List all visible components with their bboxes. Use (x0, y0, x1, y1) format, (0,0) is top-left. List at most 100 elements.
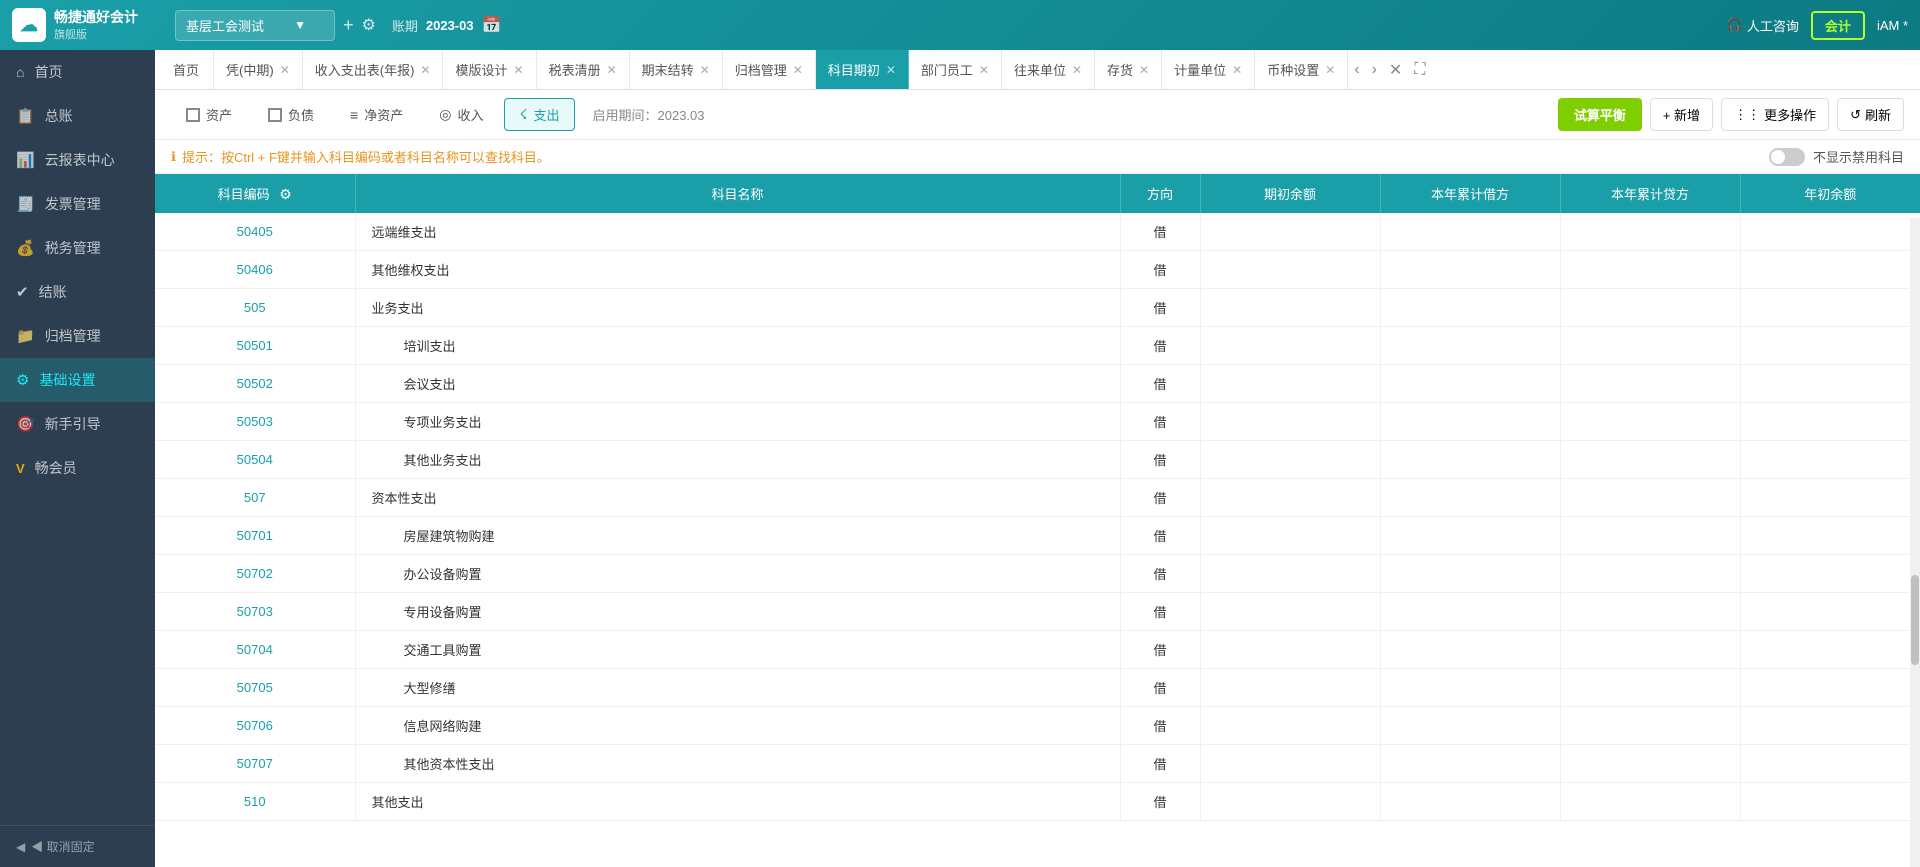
tab-close-unit[interactable]: ✕ (1232, 63, 1242, 77)
sidebar-item-reports[interactable]: 📊 云报表中心 (0, 138, 155, 182)
tab-archivemgr[interactable]: 归档管理 ✕ (723, 50, 816, 90)
cell-name: 其他维权支出 (355, 251, 1120, 289)
tab-partner[interactable]: 往来单位 ✕ (1002, 50, 1095, 90)
cell-code: 50706 (155, 707, 355, 745)
table-row[interactable]: 505 业务支出 借 (155, 289, 1920, 327)
table-row[interactable]: 50701 房屋建筑物购建 借 (155, 517, 1920, 555)
table-row[interactable]: 50501 培训支出 借 (155, 327, 1920, 365)
filter-tab-assets[interactable]: 资产 (171, 98, 247, 131)
sidebar-item-guide[interactable]: 🎯 新手引导 (0, 402, 155, 446)
tab-close-archivemgr[interactable]: ✕ (793, 63, 803, 77)
cell-balance (1200, 555, 1380, 593)
tab-voucher[interactable]: 凭(中期) ✕ (214, 50, 303, 90)
tab-income[interactable]: 收入支出表(年报) ✕ (303, 50, 444, 90)
filter-label-assets: 资产 (206, 105, 232, 124)
table-row[interactable]: 50707 其他资本性支出 借 (155, 745, 1920, 783)
cell-debit (1380, 669, 1560, 707)
table-row[interactable]: 50405 远端维支出 借 (155, 213, 1920, 251)
col-settings-icon[interactable]: ⚙ (279, 186, 292, 202)
toggle-switch[interactable] (1769, 148, 1805, 166)
scrollbar-thumb[interactable] (1911, 575, 1919, 665)
tab-inventory[interactable]: 存货 ✕ (1095, 50, 1162, 90)
tab-home[interactable]: 首页 (159, 50, 214, 90)
table-row[interactable]: 50502 会议支出 借 (155, 365, 1920, 403)
tab-close-taxform[interactable]: ✕ (607, 63, 617, 77)
cell-name: 大型修缮 (355, 669, 1120, 707)
table-row[interactable]: 50706 信息网络购建 借 (155, 707, 1920, 745)
tab-close-subject[interactable]: ✕ (886, 63, 896, 77)
tab-yearend[interactable]: 期末结转 ✕ (630, 50, 723, 90)
sidebar-bottom-pin[interactable]: ◀ ◀ 取消固定 (0, 825, 155, 867)
tab-close-partner[interactable]: ✕ (1072, 63, 1082, 77)
refresh-button[interactable]: ↺ 刷新 (1837, 98, 1904, 131)
filter-tab-liabilities[interactable]: 负债 (253, 98, 329, 131)
tab-close-currency[interactable]: ✕ (1325, 63, 1335, 77)
sidebar-item-archive[interactable]: 📁 归档管理 (0, 314, 155, 358)
cell-name: 信息网络购建 (355, 707, 1120, 745)
scrollbar-track[interactable] (1910, 218, 1920, 867)
sidebar-label-member: 畅会员 (35, 458, 77, 478)
cell-balance (1200, 365, 1380, 403)
tab-subject-init[interactable]: 科目期初 ✕ (816, 50, 909, 90)
more-ops-button[interactable]: ⋮⋮ 更多操作 (1721, 98, 1829, 131)
toolbar-right: 试算平衡 + 新增 ⋮⋮ 更多操作 ↺ 刷新 (1558, 98, 1904, 131)
cell-code: 50405 (155, 213, 355, 251)
tab-close-inventory[interactable]: ✕ (1139, 63, 1149, 77)
balance-button[interactable]: 试算平衡 (1558, 98, 1642, 131)
iam-label[interactable]: iAM * (1877, 18, 1908, 33)
calendar-icon[interactable]: 📅 (482, 15, 502, 35)
tab-close-income[interactable]: ✕ (420, 63, 430, 77)
col-header-credit: 本年累计贷方 (1560, 174, 1740, 213)
table-row[interactable]: 510 其他支出 借 (155, 783, 1920, 821)
toggle-label: 不显示禁用科目 (1813, 147, 1904, 166)
archive-icon: 📁 (16, 327, 35, 345)
filter-toolbar-bar: 资产 负债 ≡ 净资产 ◎ 收入 ☇ 支出 启用期间：2023.03 (155, 90, 1920, 140)
period-display: 启用期间：2023.03 (593, 105, 705, 124)
filter-tab-expenditure[interactable]: ☇ 支出 (504, 98, 574, 131)
table-row[interactable]: 50705 大型修缮 借 (155, 669, 1920, 707)
tab-expand[interactable]: ⛶ (1408, 61, 1431, 79)
table-row[interactable]: 50504 其他业务支出 借 (155, 441, 1920, 479)
add-button[interactable]: + 新增 (1650, 98, 1713, 131)
filter-tab-equity[interactable]: ≡ 净资产 (335, 98, 418, 131)
sidebar-item-invoice[interactable]: 🧾 发票管理 (0, 182, 155, 226)
tab-close-all[interactable]: ✕ (1383, 60, 1408, 80)
table-row[interactable]: 50704 交通工具购置 借 (155, 631, 1920, 669)
filter-tab-income[interactable]: ◎ 收入 (424, 98, 498, 131)
tab-close-template[interactable]: ✕ (514, 63, 524, 77)
cell-debit (1380, 555, 1560, 593)
tab-close-dept[interactable]: ✕ (979, 63, 989, 77)
sidebar-item-member[interactable]: V 畅会员 (0, 446, 155, 490)
table-row[interactable]: 50406 其他维权支出 借 (155, 251, 1920, 289)
logo-area: ☁ 畅捷通好会计 旗舰版 (12, 8, 167, 42)
tab-template[interactable]: 模版设计 ✕ (443, 50, 536, 90)
tab-close-voucher[interactable]: ✕ (280, 63, 290, 77)
tab-unit[interactable]: 计量单位 ✕ (1162, 50, 1255, 90)
company-select[interactable]: 基层工会测试 ▼ (175, 10, 335, 41)
table-row[interactable]: 50702 办公设备购置 借 (155, 555, 1920, 593)
tab-nav-prev[interactable]: ‹ (1348, 61, 1365, 79)
table-row[interactable]: 50503 专项业务支出 借 (155, 403, 1920, 441)
add-company-icon[interactable]: + (343, 15, 354, 36)
table-row[interactable]: 507 资本性支出 借 (155, 479, 1920, 517)
sidebar-item-tax[interactable]: 💰 税务管理 (0, 226, 155, 270)
tab-dept[interactable]: 部门员工 ✕ (909, 50, 1002, 90)
sidebar-item-ledger[interactable]: 📋 总账 (0, 94, 155, 138)
tab-close-yearend[interactable]: ✕ (700, 63, 710, 77)
sidebar-item-settings[interactable]: ⚙ 基础设置 (0, 358, 155, 402)
cell-dir: 借 (1120, 517, 1200, 555)
account-button[interactable]: 会计 (1811, 11, 1865, 40)
sidebar-item-home[interactable]: ⌂ 首页 (0, 50, 155, 94)
cell-balance (1200, 213, 1380, 251)
logo-title: 畅捷通好会计 (54, 8, 138, 26)
cell-debit (1380, 783, 1560, 821)
settings-icon[interactable]: ⚙ (362, 15, 376, 35)
cell-credit (1560, 479, 1740, 517)
cell-credit (1560, 593, 1740, 631)
tab-currency[interactable]: 币种设置 ✕ (1255, 50, 1348, 90)
support-button[interactable]: 🎧 人工咨询 (1727, 16, 1799, 35)
tab-nav-next[interactable]: › (1366, 61, 1383, 79)
sidebar-item-close[interactable]: ✔ 结账 (0, 270, 155, 314)
tab-taxform[interactable]: 税表清册 ✕ (537, 50, 630, 90)
table-row[interactable]: 50703 专用设备购置 借 (155, 593, 1920, 631)
